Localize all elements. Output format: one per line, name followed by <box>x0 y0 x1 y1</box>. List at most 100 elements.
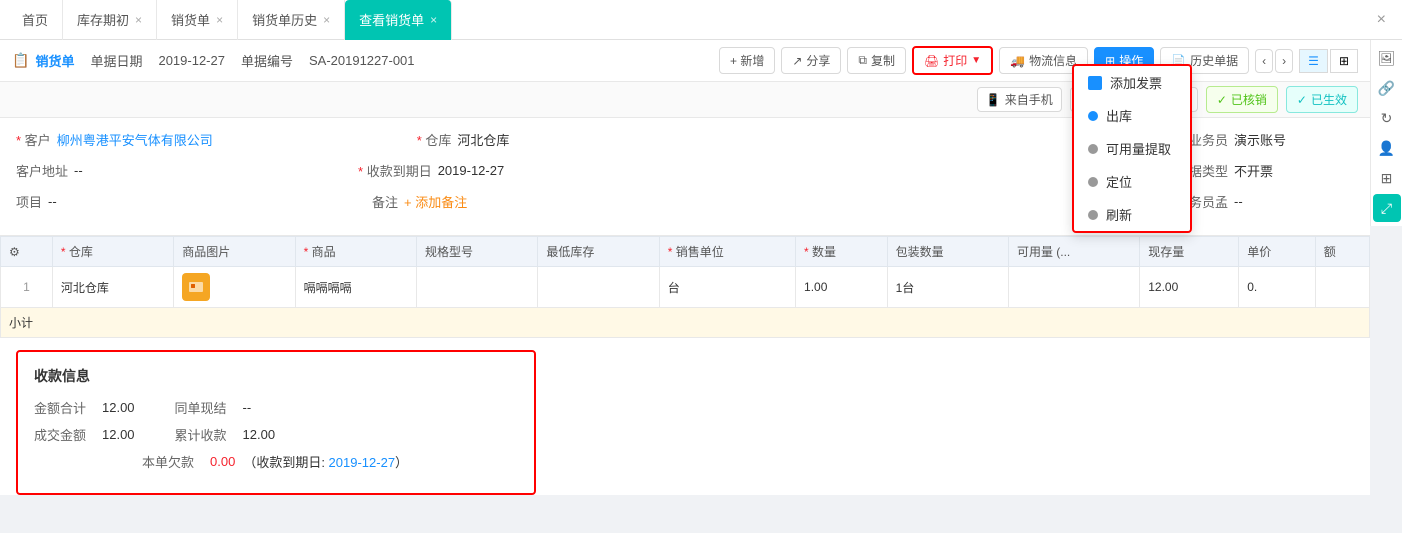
tab-sales-order-label: 销货单 <box>171 10 210 29</box>
nav-arrows: ‹ › <box>1255 49 1293 73</box>
row-current-stock: 12.00 <box>1140 267 1239 308</box>
tab-view-sales-label: 查看销货单 <box>359 10 424 29</box>
doc-number-label: 单据编号 <box>241 51 293 70</box>
staff-value: 演示账号 <box>1234 130 1354 149</box>
payment-same-order: 同单现结 -- <box>175 398 252 417</box>
payment-box: 收款信息 金额合计 12.00 同单现结 -- 成交金额 12.00 <box>16 350 536 495</box>
warehouse-out-label: 出库 <box>1106 106 1132 125</box>
table-container: ⚙ 仓库 商品图片 商品 规格型号 最低库存 销售单位 数量 包装数量 可用量 … <box>0 235 1370 338</box>
tab-view-sales-close[interactable]: × <box>430 13 437 27</box>
payment-transaction: 成交金额 12.00 <box>34 425 135 444</box>
tab-inventory-close[interactable]: × <box>135 13 142 27</box>
tab-sales-order-close[interactable]: × <box>216 13 223 27</box>
th-current-stock: 现存量 <box>1140 237 1239 267</box>
tab-view-sales[interactable]: 查看销货单 × <box>345 0 452 40</box>
share-button[interactable]: ↗ 分享 <box>781 47 841 74</box>
ticket-field: 票据类型 不开票 <box>1167 161 1354 180</box>
customer-label: 客户 <box>16 130 51 149</box>
refresh-icon <box>1088 210 1098 220</box>
payment-same-order-label: 同单现结 <box>175 398 235 417</box>
table-header-row: ⚙ 仓库 商品图片 商品 规格型号 最低库存 销售单位 数量 包装数量 可用量 … <box>1 237 1370 267</box>
row-available <box>1008 267 1139 308</box>
add-note-button[interactable]: 添加备注 <box>404 192 467 211</box>
next-arrow[interactable]: › <box>1275 49 1293 73</box>
note-field: 备注 添加备注 <box>372 192 467 211</box>
th-unit-price: 单价 <box>1239 237 1316 267</box>
payment-this-order: 本单欠款 0.00 （收款到期日: 2019-12-27） <box>142 452 408 471</box>
add-invoice-label: 添加发票 <box>1110 73 1162 92</box>
th-settings: ⚙ <box>1 237 53 267</box>
staff2-field: 业务员孟 -- <box>1167 192 1354 211</box>
print-button[interactable]: 🖨 打印 ▼ <box>912 46 993 75</box>
row-pack-qty: 1台 <box>887 267 1008 308</box>
print-icon: 🖨 <box>924 54 939 68</box>
tab-home[interactable]: 首页 <box>8 0 63 40</box>
project-field: 项目 -- <box>16 192 168 211</box>
address-field: 客户地址 -- <box>16 161 194 180</box>
th-spec: 规格型号 <box>416 237 537 267</box>
right-expand-btn[interactable]: ⤢ <box>1373 194 1401 222</box>
row-quantity: 1.00 <box>796 267 888 308</box>
payment-this-order-value: 0.00 <box>210 454 235 469</box>
doc-meta: 单据日期 2019-12-27 单据编号 SA-20191227-001 <box>90 51 414 70</box>
view-grid-btn[interactable]: ⊞ <box>1330 49 1358 73</box>
address-value: -- <box>74 163 194 178</box>
customer-value[interactable]: 柳州粤港平安气体有限公司 <box>57 130 213 149</box>
tab-sales-history-label: 销货单历史 <box>252 10 317 29</box>
payment-total-label: 金额合计 <box>34 398 94 417</box>
tab-sales-history-close[interactable]: × <box>323 13 330 27</box>
share-icon: ↗ <box>792 54 802 68</box>
available-qty-icon <box>1088 144 1098 154</box>
product-table: ⚙ 仓库 商品图片 商品 规格型号 最低库存 销售单位 数量 包装数量 可用量 … <box>0 236 1370 338</box>
payment-cumulative-label: 累计收款 <box>175 425 235 444</box>
dropdown-add-invoice[interactable]: 添加发票 <box>1074 66 1190 99</box>
warehouse-value: 河北仓库 <box>457 130 577 149</box>
tab-sales-order[interactable]: 销货单 × <box>157 0 238 40</box>
right-user-btn[interactable]: 👤 <box>1373 134 1401 162</box>
right-rotate-btn[interactable]: ↻ <box>1373 104 1401 132</box>
settings-icon[interactable]: ⚙ <box>9 245 20 259</box>
doc-type-icon: 📋 <box>12 52 29 69</box>
sold-button[interactable]: ✓ 已核销 <box>1206 86 1278 113</box>
dropdown-warehouse-out[interactable]: 出库 <box>1074 99 1190 132</box>
doc-title: 📋 销货单 <box>12 51 74 70</box>
th-quantity: 数量 <box>796 237 888 267</box>
dropdown-refresh[interactable]: 刷新 <box>1074 198 1190 231</box>
right-panel: 🖼 🔗 ↻ 👤 ⊞ ⤢ <box>1370 40 1402 226</box>
dropdown-menu: 添加发票 出库 可用量提取 定位 刷新 <box>1072 64 1192 233</box>
staff-label: 业务员 <box>1189 130 1228 149</box>
right-table-btn[interactable]: ⊞ <box>1373 164 1401 192</box>
toolbar-actions: + 新增 ↗ 分享 ⧉ 复制 🖨 打印 ▼ <box>719 46 1358 75</box>
th-image: 商品图片 <box>174 237 295 267</box>
copy-button[interactable]: ⧉ 复制 <box>847 47 906 74</box>
project-value: -- <box>48 194 168 209</box>
right-link-btn[interactable]: 🔗 <box>1373 74 1401 102</box>
payment-title: 收款信息 <box>34 366 518 386</box>
new-button[interactable]: + 新增 <box>719 47 775 74</box>
product-image <box>182 273 210 301</box>
tab-sales-history[interactable]: 销货单历史 × <box>238 0 345 40</box>
close-all-button[interactable]: × <box>1369 11 1394 29</box>
from-phone-button[interactable]: 📱 来自手机 <box>977 87 1062 112</box>
locate-icon <box>1088 177 1098 187</box>
available-qty-label: 可用量提取 <box>1106 139 1171 158</box>
payment-row-2: 成交金额 12.00 累计收款 12.00 <box>34 425 518 444</box>
tab-home-label: 首页 <box>22 10 48 29</box>
effective-button[interactable]: ✓ 已生效 <box>1286 86 1358 113</box>
prev-arrow[interactable]: ‹ <box>1255 49 1273 73</box>
tab-inventory[interactable]: 库存期初 × <box>63 0 157 40</box>
view-list-btn[interactable]: ☰ <box>1299 49 1328 73</box>
payment-transaction-value: 12.00 <box>102 427 135 442</box>
dropdown-locate[interactable]: 定位 <box>1074 165 1190 198</box>
due-date-label: 收款到期日 <box>358 161 432 180</box>
dropdown-available-qty[interactable]: 可用量提取 <box>1074 132 1190 165</box>
address-label: 客户地址 <box>16 161 68 180</box>
subtotal-cell: 小计 <box>1 308 1370 338</box>
tab-inventory-label: 库存期初 <box>77 10 129 29</box>
right-image-btn[interactable]: 🖼 <box>1373 44 1401 72</box>
payment-row-1: 金额合计 12.00 同单现结 -- <box>34 398 518 417</box>
row-warehouse: 河北仓库 <box>52 267 173 308</box>
payment-cumulative: 累计收款 12.00 <box>175 425 276 444</box>
payment-total: 金额合计 12.00 <box>34 398 135 417</box>
phone-icon: 📱 <box>986 93 1001 107</box>
